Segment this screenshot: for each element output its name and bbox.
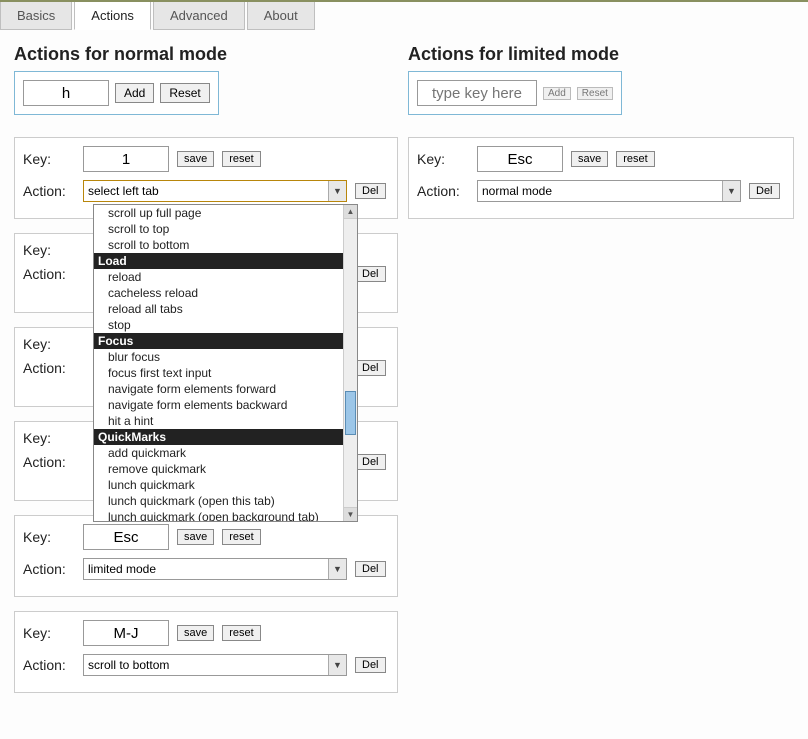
limited-add-row: Add Reset bbox=[408, 71, 622, 115]
delete-button[interactable]: Del bbox=[355, 561, 386, 577]
scroll-down-icon[interactable]: ▼ bbox=[344, 507, 357, 521]
normal-reset-button[interactable]: Reset bbox=[160, 83, 209, 103]
action-label: Action: bbox=[23, 266, 75, 282]
action-dropdown: scroll up full pagescroll to topscroll t… bbox=[93, 204, 358, 522]
reset-button[interactable]: reset bbox=[222, 151, 260, 167]
delete-button[interactable]: Del bbox=[355, 454, 386, 470]
dropdown-item[interactable]: navigate form elements backward bbox=[94, 397, 343, 413]
dropdown-item[interactable]: add quickmark bbox=[94, 445, 343, 461]
dropdown-item[interactable]: reload bbox=[94, 269, 343, 285]
delete-button[interactable]: Del bbox=[355, 266, 386, 282]
key-input[interactable] bbox=[83, 620, 169, 646]
delete-button[interactable]: Del bbox=[355, 183, 386, 199]
action-select[interactable] bbox=[83, 654, 347, 676]
dropdown-item[interactable]: hit a hint bbox=[94, 413, 343, 429]
key-label: Key: bbox=[23, 625, 75, 641]
normal-action-block: Key: save reset Action: ▼ Del bbox=[14, 515, 398, 597]
delete-button[interactable]: Del bbox=[749, 183, 780, 199]
key-input[interactable] bbox=[83, 524, 169, 550]
action-label: Action: bbox=[23, 657, 75, 673]
action-label: Action: bbox=[23, 454, 75, 470]
action-label: Action: bbox=[23, 360, 75, 376]
normal-add-key-input[interactable] bbox=[23, 80, 109, 106]
normal-action-block: Key: save reset Action: ▼ Del bbox=[14, 611, 398, 693]
normal-heading: Actions for normal mode bbox=[14, 44, 398, 65]
reset-button[interactable]: reset bbox=[222, 625, 260, 641]
key-label: Key: bbox=[417, 151, 469, 167]
delete-button[interactable]: Del bbox=[355, 657, 386, 673]
dropdown-item[interactable]: stop bbox=[94, 317, 343, 333]
save-button[interactable]: save bbox=[177, 625, 214, 641]
limited-heading: Actions for limited mode bbox=[408, 44, 794, 65]
tab-basics[interactable]: Basics bbox=[0, 2, 72, 30]
dropdown-scrollbar[interactable]: ▲ ▼ bbox=[343, 205, 357, 521]
action-select[interactable] bbox=[83, 558, 347, 580]
key-label: Key: bbox=[23, 430, 75, 446]
limited-action-block: Key: save reset Action: ▼ Del bbox=[408, 137, 794, 219]
normal-add-row: Add Reset bbox=[14, 71, 219, 115]
save-button[interactable]: save bbox=[177, 151, 214, 167]
tab-bar: Basics Actions Advanced About bbox=[0, 0, 808, 30]
dropdown-item[interactable]: cacheless reload bbox=[94, 285, 343, 301]
reset-button[interactable]: reset bbox=[616, 151, 654, 167]
key-input[interactable] bbox=[477, 146, 563, 172]
tab-actions[interactable]: Actions bbox=[74, 2, 151, 30]
action-select[interactable] bbox=[477, 180, 741, 202]
limited-add-button[interactable]: Add bbox=[543, 87, 571, 100]
dropdown-item[interactable]: remove quickmark bbox=[94, 461, 343, 477]
dropdown-item[interactable]: blur focus bbox=[94, 349, 343, 365]
tab-advanced[interactable]: Advanced bbox=[153, 2, 245, 30]
key-label: Key: bbox=[23, 151, 75, 167]
dropdown-item[interactable]: scroll to bottom bbox=[94, 237, 343, 253]
key-input[interactable] bbox=[83, 146, 169, 172]
dropdown-item[interactable]: reload all tabs bbox=[94, 301, 343, 317]
dropdown-item[interactable]: focus first text input bbox=[94, 365, 343, 381]
dropdown-item[interactable]: scroll up full page bbox=[94, 205, 343, 221]
dropdown-item[interactable]: lunch quickmark bbox=[94, 477, 343, 493]
delete-button[interactable]: Del bbox=[355, 360, 386, 376]
limited-add-key-input[interactable] bbox=[417, 80, 537, 106]
action-label: Action: bbox=[23, 561, 75, 577]
action-label: Action: bbox=[417, 183, 469, 199]
save-button[interactable]: save bbox=[571, 151, 608, 167]
reset-button[interactable]: reset bbox=[222, 529, 260, 545]
normal-action-block: Key: save reset Action: ▼ Del scroll up … bbox=[14, 137, 398, 219]
action-select[interactable] bbox=[83, 180, 347, 202]
dropdown-item[interactable]: lunch quickmark (open background tab) bbox=[94, 509, 343, 521]
scroll-up-icon[interactable]: ▲ bbox=[344, 205, 357, 219]
dropdown-group: Focus bbox=[94, 333, 343, 349]
normal-add-button[interactable]: Add bbox=[115, 83, 154, 103]
dropdown-item[interactable]: navigate form elements forward bbox=[94, 381, 343, 397]
key-label: Key: bbox=[23, 242, 75, 258]
tab-about[interactable]: About bbox=[247, 2, 315, 30]
key-label: Key: bbox=[23, 529, 75, 545]
dropdown-group: Load bbox=[94, 253, 343, 269]
save-button[interactable]: save bbox=[177, 529, 214, 545]
limited-reset-button[interactable]: Reset bbox=[577, 87, 613, 100]
dropdown-item[interactable]: scroll to top bbox=[94, 221, 343, 237]
dropdown-group: QuickMarks bbox=[94, 429, 343, 445]
action-label: Action: bbox=[23, 183, 75, 199]
dropdown-item[interactable]: lunch quickmark (open this tab) bbox=[94, 493, 343, 509]
scroll-thumb[interactable] bbox=[345, 391, 356, 435]
key-label: Key: bbox=[23, 336, 75, 352]
